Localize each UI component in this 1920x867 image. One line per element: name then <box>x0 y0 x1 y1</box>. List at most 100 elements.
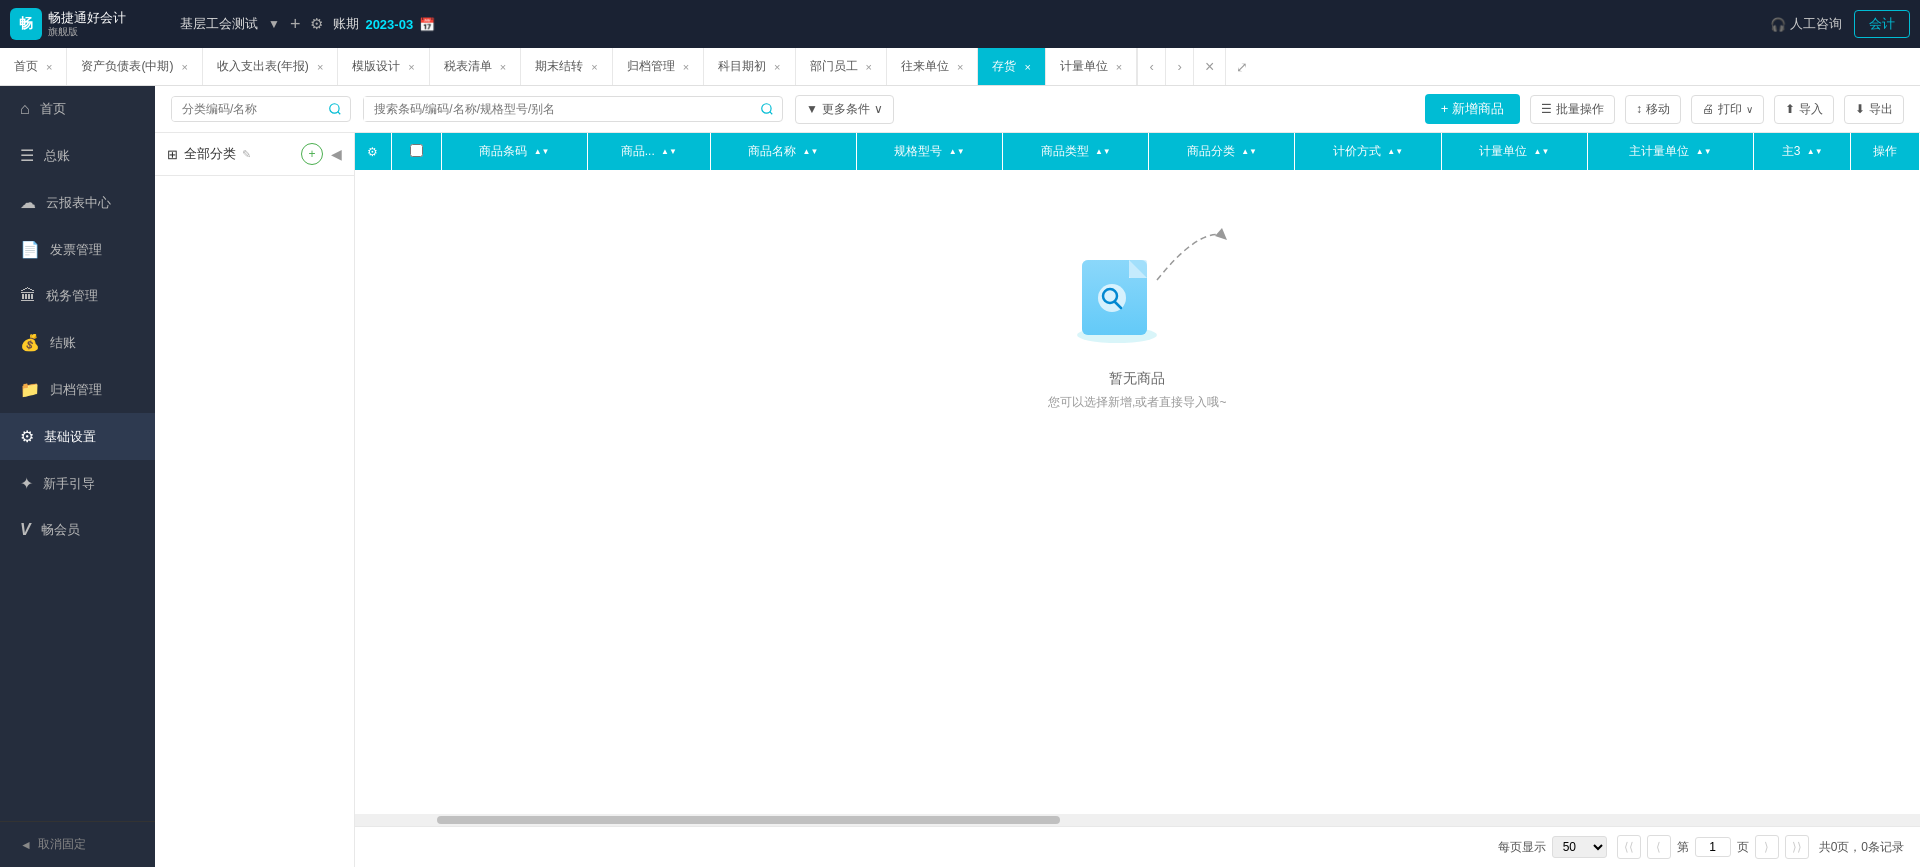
filter-button[interactable]: ▼ 更多条件 ∨ <box>795 95 894 124</box>
sidebar-reports-label: 云报表中心 <box>46 194 111 212</box>
category-search-input[interactable] <box>172 97 320 121</box>
tab-unit-close[interactable]: × <box>1116 61 1122 73</box>
page-prev-btn[interactable]: ⟨ <box>1647 835 1671 859</box>
svg-marker-4 <box>1215 228 1227 240</box>
tab-partner-close[interactable]: × <box>957 61 963 73</box>
sidebar-item-invoice[interactable]: 📄 发票管理 <box>0 226 155 273</box>
col-type[interactable]: 商品类型 ▲▼ <box>1003 133 1149 170</box>
sidebar-item-guide[interactable]: ✦ 新手引导 <box>0 460 155 507</box>
col-price-method[interactable]: 计价方式 ▲▼ <box>1295 133 1441 170</box>
col-settings[interactable]: ⚙ <box>355 133 391 170</box>
tab-period-close[interactable]: × <box>591 61 597 73</box>
tab-inventory[interactable]: 存货 × <box>978 48 1045 86</box>
col-category[interactable]: 商品分类 ▲▼ <box>1149 133 1295 170</box>
tab-dept-close[interactable]: × <box>866 61 872 73</box>
tab-close-all[interactable]: × <box>1193 48 1225 86</box>
export-btn[interactable]: ⬇ 导出 <box>1844 95 1904 124</box>
main-search-input[interactable] <box>364 97 752 121</box>
consultation-btn[interactable]: 🎧 人工咨询 <box>1770 15 1842 33</box>
tab-income-label: 收入支出表(年报) <box>217 58 309 75</box>
tab-balance-close[interactable]: × <box>181 61 187 73</box>
settings-icon[interactable]: ⚙ <box>310 15 323 33</box>
sidebar-ledger-label: 总账 <box>44 147 70 165</box>
panel-collapse-btn[interactable]: ◀ <box>331 146 342 162</box>
document-illustration <box>1057 240 1177 350</box>
sidebar-item-closing[interactable]: 💰 结账 <box>0 319 155 366</box>
col-barcode[interactable]: 商品条码 ▲▼ <box>441 133 587 170</box>
sidebar-item-archive[interactable]: 📁 归档管理 <box>0 366 155 413</box>
print-icon: 🖨 <box>1702 102 1714 116</box>
add-tab-btn[interactable]: + <box>290 14 301 35</box>
col-extra[interactable]: 主3 ▲▼ <box>1754 133 1851 170</box>
per-page-select[interactable]: 50 10 20 100 <box>1552 836 1607 858</box>
col-code[interactable]: 商品... ▲▼ <box>587 133 710 170</box>
tab-archive[interactable]: 归档管理 × <box>613 48 704 86</box>
tab-balance[interactable]: 资产负债表(中期) × <box>67 48 202 86</box>
col-check[interactable] <box>391 133 441 170</box>
tab-income-close[interactable]: × <box>317 61 323 73</box>
move-btn[interactable]: ↕ 移动 <box>1625 95 1681 124</box>
tab-subject-close[interactable]: × <box>774 61 780 73</box>
scroll-thumb[interactable] <box>437 816 1060 824</box>
page-last-btn[interactable]: ⟩⟩ <box>1785 835 1809 859</box>
col-name[interactable]: 商品名称 ▲▼ <box>710 133 856 170</box>
tab-archive-close[interactable]: × <box>683 61 689 73</box>
sort-extra: ▲▼ <box>1807 147 1823 156</box>
tab-subject[interactable]: 科目期初 × <box>704 48 795 86</box>
tab-template[interactable]: 模版设计 × <box>338 48 429 86</box>
tab-nav-left[interactable]: ‹ <box>1137 48 1165 86</box>
print-down-icon: ∨ <box>1746 104 1753 115</box>
tab-home-label: 首页 <box>14 58 38 75</box>
tab-home[interactable]: 首页 × <box>0 48 67 86</box>
tab-template-close[interactable]: × <box>408 61 414 73</box>
new-product-button[interactable]: + 新增商品 <box>1425 94 1520 124</box>
page-nav: ⟨⟨ ⟨ 第 页 ⟩ ⟩⟩ <box>1617 835 1809 859</box>
tab-tax[interactable]: 税表清单 × <box>430 48 521 86</box>
account-button[interactable]: 会计 <box>1854 10 1910 38</box>
tab-unit[interactable]: 计量单位 × <box>1046 48 1137 86</box>
tab-archive-label: 归档管理 <box>627 58 675 75</box>
page-label: 第 <box>1677 839 1689 856</box>
col-unit[interactable]: 计量单位 ▲▼ <box>1441 133 1587 170</box>
tab-tax-close[interactable]: × <box>500 61 506 73</box>
main-search-icon[interactable] <box>752 102 782 116</box>
page-first-btn[interactable]: ⟨⟨ <box>1617 835 1641 859</box>
left-panel-header: ⊞ 全部分类 ✎ + ◀ <box>155 133 354 176</box>
calendar-icon[interactable]: 📅 <box>419 17 435 32</box>
horizontal-scrollbar[interactable] <box>355 814 1920 826</box>
sidebar-collapse-btn[interactable]: ◄ 取消固定 <box>0 821 155 867</box>
sidebar-item-home[interactable]: ⌂ 首页 <box>0 86 155 132</box>
settings-icon: ⚙ <box>20 427 34 446</box>
page-number-input[interactable] <box>1695 837 1731 857</box>
category-search-icon[interactable] <box>320 102 350 116</box>
import-btn[interactable]: ⬆ 导入 <box>1774 95 1834 124</box>
sidebar-item-reports[interactable]: ☁ 云报表中心 <box>0 179 155 226</box>
sidebar-item-settings[interactable]: ⚙ 基础设置 <box>0 413 155 460</box>
sidebar-item-ledger[interactable]: ☰ 总账 <box>0 132 155 179</box>
tab-period[interactable]: 期末结转 × <box>521 48 612 86</box>
print-btn[interactable]: 🖨 打印 ∨ <box>1691 95 1764 124</box>
col-spec[interactable]: 规格型号 ▲▼ <box>856 133 1002 170</box>
closing-icon: 💰 <box>20 333 40 352</box>
batch-btn[interactable]: ☰ 批量操作 <box>1530 95 1615 124</box>
inner-layout: ⊞ 全部分类 ✎ + ◀ ⚙ <box>155 133 1920 867</box>
sort-code: ▲▼ <box>661 147 677 156</box>
sort-main-unit: ▲▼ <box>1696 147 1712 156</box>
col-main-unit[interactable]: 主计量单位 ▲▼ <box>1587 133 1753 170</box>
tab-fullscreen[interactable]: ⤢ <box>1225 48 1257 86</box>
svg-rect-8 <box>1129 260 1147 278</box>
tab-partner[interactable]: 往来单位 × <box>887 48 978 86</box>
sidebar-item-member[interactable]: V 畅会员 <box>0 507 155 553</box>
tab-nav-right[interactable]: › <box>1165 48 1193 86</box>
sidebar-item-tax[interactable]: 🏛 税务管理 <box>0 273 155 319</box>
tab-inventory-close[interactable]: × <box>1024 61 1030 73</box>
dropdown-icon[interactable]: ▼ <box>268 17 280 31</box>
tab-income[interactable]: 收入支出表(年报) × <box>203 48 338 86</box>
tab-home-close[interactable]: × <box>46 61 52 73</box>
toolbar-actions: + 新增商品 ☰ 批量操作 ↕ 移动 🖨 打印 ∨ ⬆ 导入 <box>1425 94 1904 124</box>
add-category-btn[interactable]: + <box>301 143 323 165</box>
period-value: 2023-03 <box>365 17 413 32</box>
page-next-btn[interactable]: ⟩ <box>1755 835 1779 859</box>
tab-dept[interactable]: 部门员工 × <box>796 48 887 86</box>
select-all-checkbox[interactable] <box>410 144 423 157</box>
